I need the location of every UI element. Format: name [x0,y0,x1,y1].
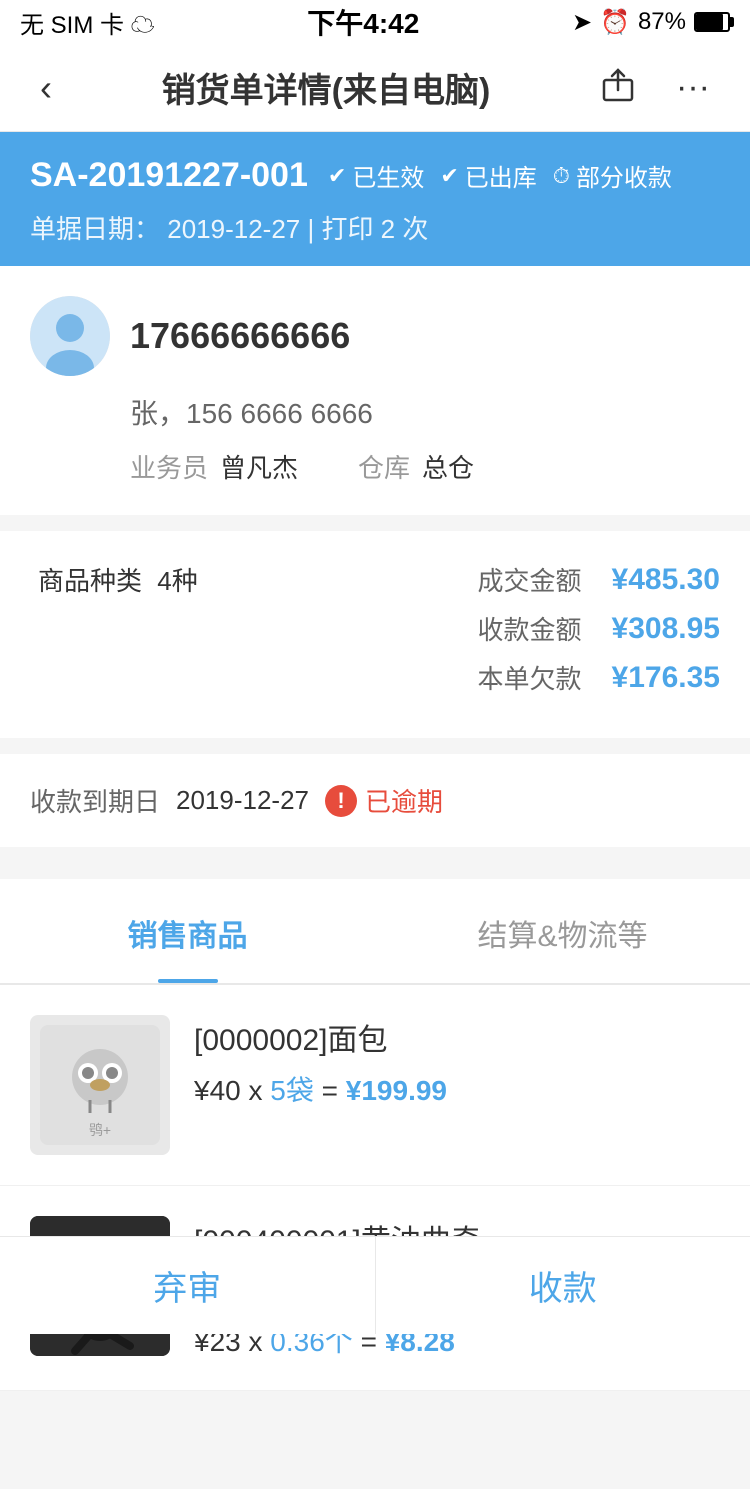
deal-label: 成交金额 [478,561,582,598]
received-amount: ¥308.95 [612,612,720,646]
nav-bar: ‹ 销货单详情(来自电脑) ··· [0,44,750,132]
deal-amount-row: 成交金额 ¥485.30 [478,561,720,598]
svg-text:鸮+: 鸮+ [89,1122,111,1138]
product-unit-price-1: ¥40 [194,1075,241,1106]
summary-left: 商品种类 4种 [30,561,198,606]
page-title: 销货单详情(来自电脑) [162,63,491,112]
more-button[interactable]: ··· [666,58,720,117]
product-type-item: 商品种类 4种 [30,561,198,598]
bottom-spacer [0,1391,750,1489]
order-date: 2019-12-27 [167,214,300,244]
summary-right: 成交金额 ¥485.30 收款金额 ¥308.95 本单欠款 ¥176.35 [478,561,720,708]
debt-amount-row: 本单欠款 ¥176.35 [478,659,720,696]
location-icon: ➤ [572,8,592,37]
divider [0,863,750,879]
product-item-1: 鸮+ [0000002]面包 ¥40 x 5袋 = ¥199.99 [0,985,750,1186]
header-banner: SA-20191227-001 ✔ 已生效 ✔ 已出库 ⏱ 部分收款 单据日期：… [0,132,750,266]
order-id: SA-20191227-001 [30,156,308,195]
debt-amount: ¥176.35 [612,661,720,695]
summary-section: 商品种类 4种 成交金额 ¥485.30 收款金额 ¥308.95 本单欠款 ¥… [0,531,750,738]
product-equals-1: = [322,1075,346,1106]
product-multiply-1: x [249,1075,271,1106]
battery-status: 87% [638,8,686,36]
cancel-review-button[interactable]: 弃审 [0,1237,376,1334]
product-thumb-1: 鸮+ [30,1015,170,1155]
badge-shipped: ✔ 已出库 [440,158,536,193]
debt-label: 本单欠款 [478,659,582,696]
received-label: 收款金额 [478,610,582,647]
battery-icon [694,12,730,32]
product-price-1: ¥40 x 5袋 = ¥199.99 [194,1069,720,1109]
nav-actions: ··· [590,56,720,120]
warehouse-item: 仓库 总仓 [358,448,474,485]
tab-underline [158,979,218,983]
deal-amount: ¥485.30 [612,563,720,597]
customer-id: 17666666666 [130,315,350,357]
received-amount-row: 收款金额 ¥308.95 [478,610,720,647]
due-date-section: 收款到期日 2019-12-27 ! 已逾期 [0,754,750,847]
bottom-bar: 弃审 收款 [0,1236,750,1334]
overdue-icon: ! [325,785,357,817]
customer-contact: 张，156 6666 6666 [30,392,720,432]
salesperson-value: 曾凡杰 [220,448,298,485]
collect-payment-button[interactable]: 收款 [376,1237,750,1334]
tab-sales-products[interactable]: 销售商品 [0,879,375,983]
tabs-row: 销售商品 结算&物流等 [0,879,750,983]
tabs-section: 销售商品 结算&物流等 [0,879,750,985]
customer-top: 17666666666 [30,296,720,376]
back-button[interactable]: ‹ [30,57,62,119]
product-name-1: [0000002]面包 [194,1015,720,1059]
salesperson-item: 业务员 曾凡杰 [130,448,298,485]
print-info: | 打印 2 次 [307,214,428,244]
tab-settlement-logistics[interactable]: 结算&物流等 [375,879,750,983]
product-type-label: 商品种类 [38,566,142,596]
sim-status: 无 SIM 卡 ☁ [20,5,155,40]
product-info-1: [0000002]面包 ¥40 x 5袋 = ¥199.99 [194,1015,720,1109]
product-type-count: 4种 [157,566,197,596]
overdue-badge: ! 已逾期 [325,782,443,819]
overdue-text: 已逾期 [365,782,443,819]
badge-effective: ✔ 已生效 [328,158,424,193]
product-total-1: ¥199.99 [346,1075,447,1106]
check-icon-2: ✔ [440,163,458,189]
due-label: 收款到期日 [30,782,160,819]
avatar [30,296,110,376]
check-icon-1: ✔ [328,163,346,189]
status-right: ➤ ⏰ 87% [572,8,730,37]
alarm-icon: ⏰ [600,8,630,37]
header-badges: ✔ 已生效 ✔ 已出库 ⏱ 部分收款 [328,158,672,193]
warehouse-value: 总仓 [422,448,474,485]
due-date-value: 2019-12-27 [176,785,309,816]
salesperson-label: 业务员 [130,448,208,485]
status-time: 下午4:42 [307,2,419,42]
clock-icon: ⏱ [553,163,570,189]
status-bar: 无 SIM 卡 ☁ 下午4:42 ➤ ⏰ 87% [0,0,750,44]
share-button[interactable] [590,56,646,120]
product-qty-1: 5袋 [270,1075,314,1106]
warehouse-label: 仓库 [358,448,410,485]
date-label: 单据日期： [30,214,160,244]
badge-partial-payment: ⏱ 部分收款 [553,158,672,193]
header-date-row: 单据日期： 2019-12-27 | 打印 2 次 [30,209,720,246]
customer-section: 17666666666 张，156 6666 6666 业务员 曾凡杰 仓库 总… [0,266,750,515]
customer-meta: 业务员 曾凡杰 仓库 总仓 [30,448,720,485]
status-left: 无 SIM 卡 ☁ [20,5,155,40]
